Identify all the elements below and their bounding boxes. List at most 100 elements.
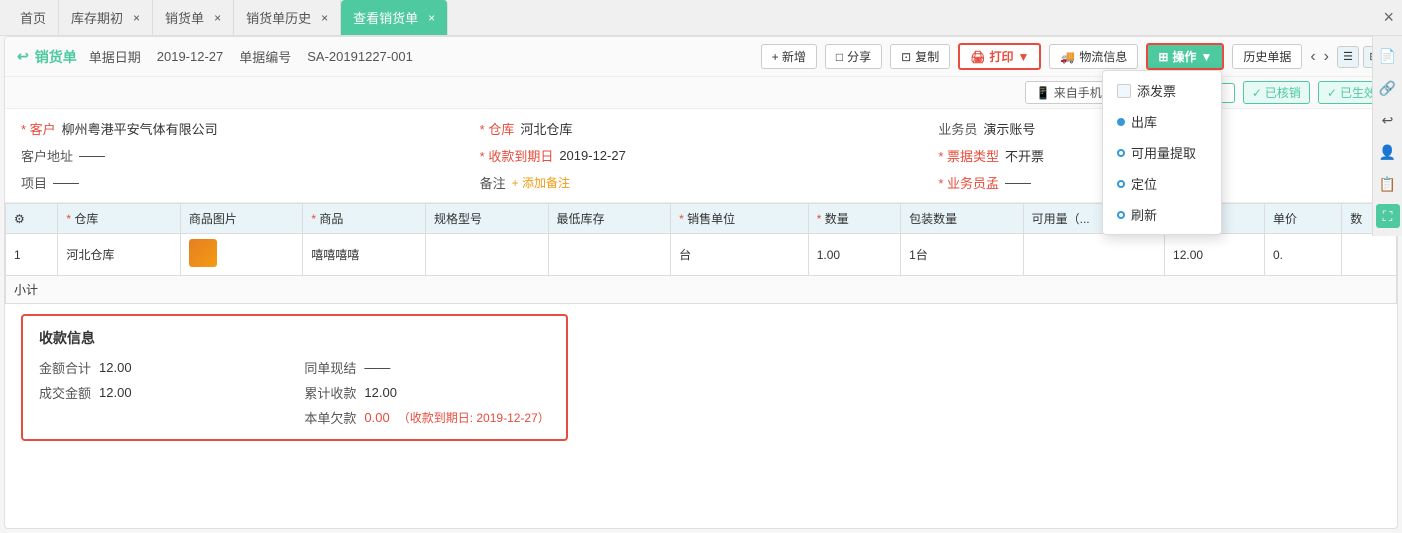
print-dropdown-arrow[interactable]: ▼ [1018, 50, 1030, 64]
add-invoice-item[interactable]: 添发票 [1103, 75, 1221, 106]
sidebar-list-icon[interactable]: 📋 [1376, 172, 1400, 196]
share-label: 分享 [847, 48, 871, 65]
row-warehouse: 河北仓库 [58, 234, 181, 276]
tab-bar: 首页 库存期初 × 销货单 × 销货单历史 × 查看销货单 × × [0, 0, 1402, 36]
available-qty-item[interactable]: 可用量提取 [1103, 137, 1221, 168]
copy-button[interactable]: ⊡ 复制 [890, 44, 950, 69]
operate-button[interactable]: ⊞ 操作 ▼ [1146, 43, 1224, 70]
row-price: 0. [1264, 234, 1341, 276]
refresh-dot-icon [1117, 211, 1125, 219]
from-phone-button[interactable]: 📱 来自手机 [1025, 81, 1113, 104]
tab-inventory[interactable]: 库存期初 × [59, 0, 153, 35]
sidebar-user-icon[interactable]: 👤 [1376, 140, 1400, 164]
amount-total-value: 12.00 [99, 360, 132, 375]
table-row: 1 河北仓库 嘻嘻嘻嘻 台 1.00 1台 12.00 0. [6, 234, 1397, 276]
refresh-item[interactable]: 刷新 [1103, 199, 1221, 230]
nav-next-button[interactable]: › [1324, 48, 1329, 66]
print-button[interactable]: 🖨 打印 ▼ [958, 43, 1041, 70]
operate-dropdown-arrow[interactable]: ▼ [1200, 50, 1212, 64]
subtotal-row: 小计 [6, 276, 1397, 304]
ticket-label: * 票据类型 [938, 146, 999, 165]
list-view-icon[interactable]: ☰ [1337, 46, 1359, 68]
payment-box: 收款信息 金额合计 12.00 同单现结 —— 成交金额 12.00 [21, 314, 568, 441]
tab-home-label: 首页 [20, 8, 46, 27]
cumulative-row: 累计收款 12.00 [304, 383, 549, 402]
due-amount-label: 本单欠款 [304, 408, 356, 427]
sidebar-refresh-icon[interactable]: ↩ [1376, 108, 1400, 132]
copy-label: 复制 [915, 48, 939, 65]
logistics-label: 物流信息 [1079, 48, 1127, 65]
history-button[interactable]: 历史单据 [1232, 44, 1302, 69]
row-product: 嘻嘻嘻嘻 [303, 234, 426, 276]
truck-icon: 🚚 [1060, 50, 1075, 64]
date-value: 2019-12-27 [157, 49, 224, 64]
sidebar-link-icon[interactable]: 🔗 [1376, 76, 1400, 100]
payment-title: 收款信息 [39, 328, 550, 348]
row-spec [425, 234, 548, 276]
phone-icon: 📱 [1036, 86, 1051, 100]
remark-field: 备注 + 添加备注 [480, 173, 923, 192]
col-price: 单价 [1264, 204, 1341, 234]
window-close-button[interactable]: × [1383, 7, 1394, 28]
date-label: 单据日期 [89, 47, 141, 66]
warehouse-field: * 仓库 河北仓库 [480, 119, 923, 138]
logistics-button[interactable]: 🚚 物流信息 [1049, 44, 1138, 69]
new-button[interactable]: + 新增 [761, 44, 817, 69]
due-date-suffix: （收款到期日: 2019-12-27） [398, 409, 550, 426]
col-qty: * 数量 [808, 204, 900, 234]
col-image: 商品图片 [180, 204, 303, 234]
tab-inventory-close[interactable]: × [133, 11, 140, 25]
doc-title: ↩ 销货单 [17, 47, 77, 67]
row-image [180, 234, 303, 276]
due-amount-value: 0.00 [364, 410, 389, 425]
effect-check-icon: ✓ [1327, 86, 1337, 100]
out-warehouse-label: 出库 [1131, 112, 1157, 131]
tab-sales-history[interactable]: 销货单历史 × [234, 0, 341, 35]
sold-badge: ✓ 已核销 [1243, 81, 1310, 104]
sidebar-doc-icon[interactable]: 📄 [1376, 44, 1400, 68]
nav-prev-button[interactable]: ‹ [1310, 48, 1315, 66]
add-remark-button[interactable]: + 添加备注 [512, 174, 570, 191]
out-warehouse-item[interactable]: 出库 [1103, 106, 1221, 137]
col-spec: 规格型号 [425, 204, 548, 234]
due-amount-row: 本单欠款 0.00 （收款到期日: 2019-12-27） [304, 408, 549, 427]
effect-label: 已生效 [1340, 84, 1376, 101]
same-order-row: 同单现结 —— [304, 358, 549, 377]
locate-dot-icon [1117, 180, 1125, 188]
same-order-value: —— [364, 360, 390, 375]
col-product: * 商品 [303, 204, 426, 234]
tab-sales[interactable]: 销货单 × [153, 0, 234, 35]
row-stock: 12.00 [1165, 234, 1265, 276]
locate-item[interactable]: 定位 [1103, 168, 1221, 199]
salesman-value: —— [1005, 175, 1031, 190]
share-button[interactable]: □ 分享 [825, 44, 882, 69]
tab-home[interactable]: 首页 [8, 0, 59, 35]
tab-sales-history-label: 销货单历史 [246, 8, 311, 27]
right-sidebar: 📄 🔗 ↩ 👤 📋 ⛶ [1372, 36, 1402, 236]
amount-total-label: 金额合计 [39, 358, 91, 377]
row-unit: 台 [671, 234, 809, 276]
warehouse-label: * 仓库 [480, 119, 515, 138]
print-label: 打印 [989, 48, 1013, 65]
project-field: 项目 —— [21, 173, 464, 192]
dot-outline-icon [1117, 149, 1125, 157]
doc-title-text: 销货单 [35, 47, 77, 67]
tab-view-sales-close[interactable]: × [428, 11, 435, 25]
grid-icon: ⊞ [1158, 50, 1168, 64]
customer-value: 柳州粤港平安气体有限公司 [62, 119, 218, 138]
tab-view-sales[interactable]: 查看销货单 × [341, 0, 448, 35]
deal-amount-value: 12.00 [99, 385, 132, 400]
tab-sales-history-close[interactable]: × [321, 11, 328, 25]
customer-field: * 客户 柳州粤港平安气体有限公司 [21, 119, 464, 138]
cumulative-label: 累计收款 [304, 383, 356, 402]
due-date-field: * 收款到期日 2019-12-27 [480, 146, 923, 165]
from-phone-label: 来自手机 [1054, 84, 1102, 101]
share-icon: □ [836, 50, 843, 64]
tab-sales-close[interactable]: × [214, 11, 221, 25]
sidebar-expand-icon[interactable]: ⛶ [1376, 204, 1400, 228]
row-min-stock [548, 234, 671, 276]
copy-icon: ⊡ [901, 50, 911, 64]
print-icon: 🖨 [970, 50, 985, 64]
doc-icon: ↩ [17, 48, 29, 65]
address-field: 客户地址 —— [21, 146, 464, 165]
